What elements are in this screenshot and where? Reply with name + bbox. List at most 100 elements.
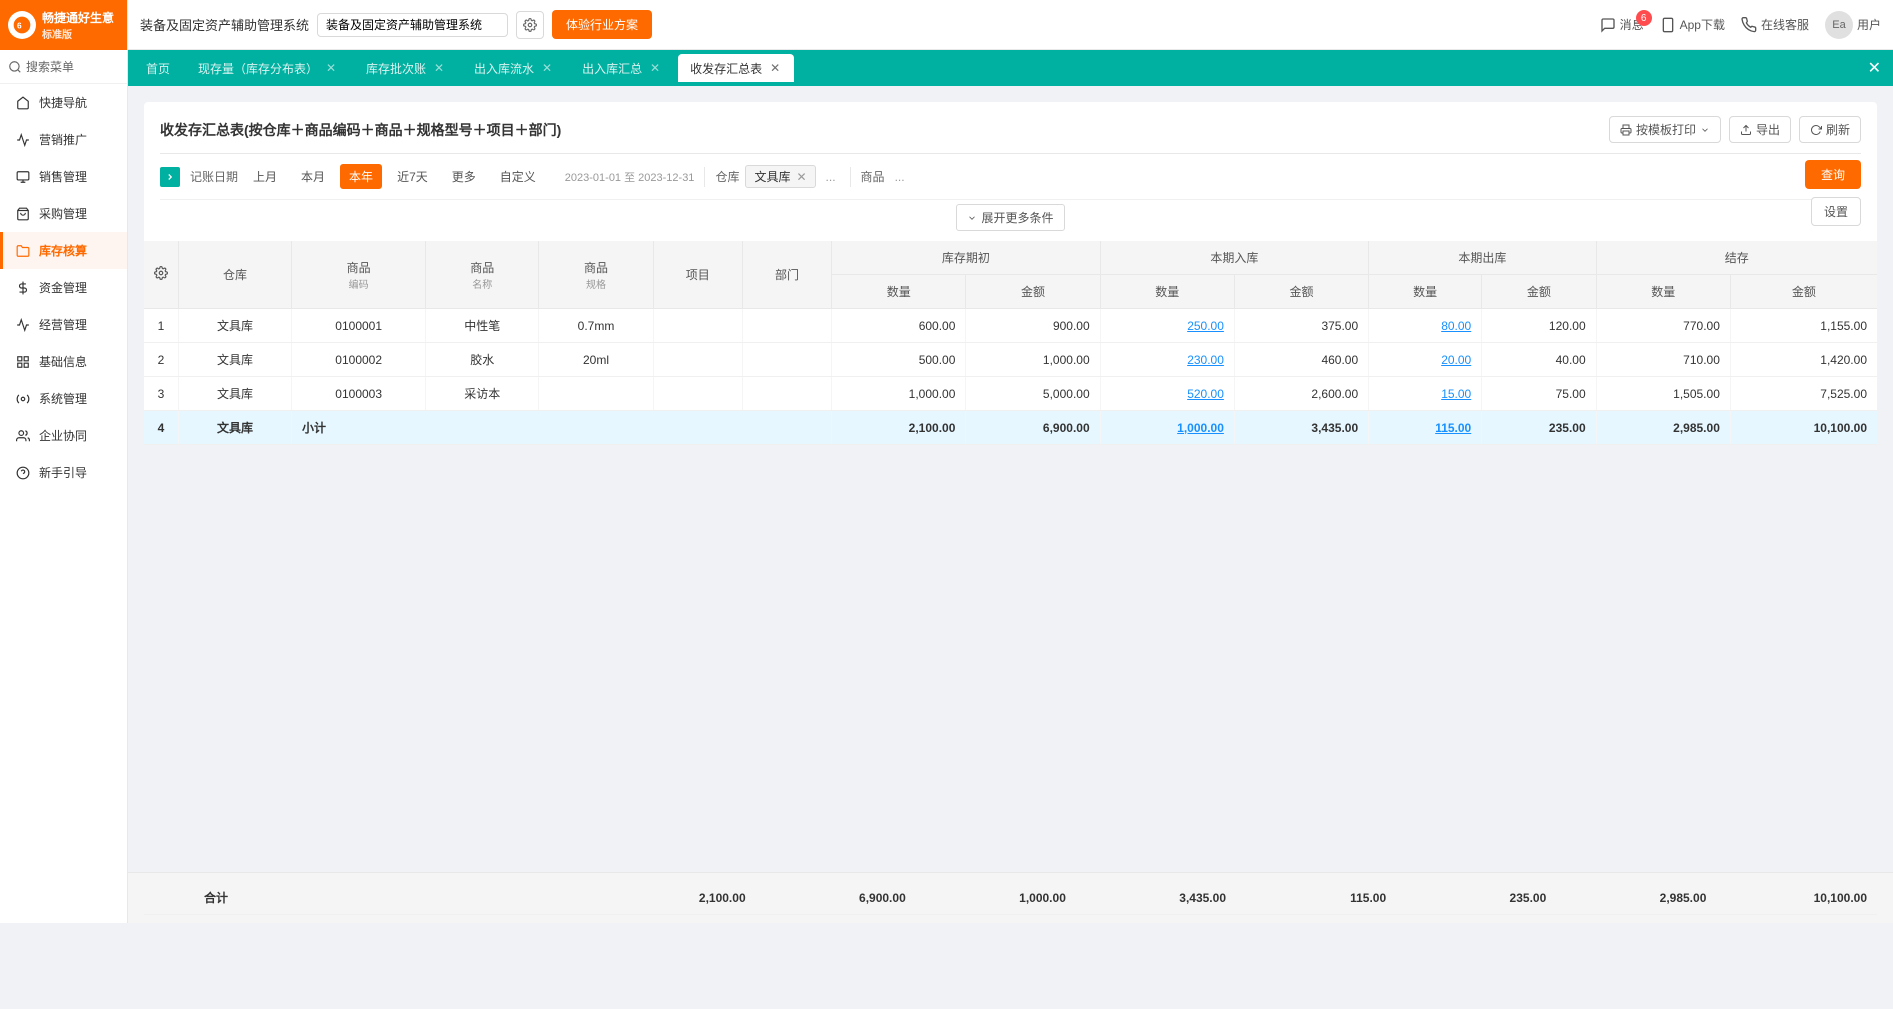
sidebar-item-sales[interactable]: 销售管理: [0, 158, 127, 195]
th-settings[interactable]: [144, 241, 179, 309]
row-in-amt: 2,600.00: [1234, 377, 1368, 411]
system-label: 系统管理: [39, 390, 87, 407]
row-balance-qty: 1,505.00: [1596, 377, 1730, 411]
row-in-qty[interactable]: 250.00: [1100, 309, 1234, 343]
sidebar-item-finance[interactable]: 资金管理: [0, 269, 127, 306]
th-in-group: 本期入库: [1100, 241, 1369, 275]
sidebar-item-marketing[interactable]: 营销推广: [0, 121, 127, 158]
sidebar-item-basic[interactable]: 基础信息: [0, 343, 127, 380]
newbie-label: 新手引导: [39, 464, 87, 481]
tab-inout-summary-close[interactable]: ✕: [648, 61, 662, 75]
tab-inout-summary[interactable]: 出入库汇总 ✕: [570, 54, 674, 82]
tab-inventory-dist-close[interactable]: ✕: [324, 61, 338, 75]
message-icon: [1600, 17, 1616, 33]
column-settings-icon[interactable]: [154, 266, 168, 280]
tab-inout-flow-close[interactable]: ✕: [540, 61, 554, 75]
subtotal-opening-qty: 2,100.00: [832, 411, 966, 445]
system-selector[interactable]: 装备及固定资产辅助管理系统: [317, 13, 508, 37]
date-btn-7days[interactable]: 近7天: [388, 164, 437, 189]
tab-inout-flow[interactable]: 出入库流水 ✕: [462, 54, 566, 82]
th-department: 部门: [742, 241, 831, 309]
online-service-action[interactable]: 在线客服: [1741, 16, 1809, 33]
tab-receive-summary[interactable]: 收发存汇总表 ✕: [678, 54, 794, 82]
tab-receive-summary-close[interactable]: ✕: [768, 61, 782, 75]
date-btn-custom[interactable]: 自定义: [491, 164, 545, 189]
online-service-label: 在线客服: [1761, 16, 1809, 33]
row-balance-amt: 1,420.00: [1730, 343, 1877, 377]
subtotal-in-qty[interactable]: 1,000.00: [1100, 411, 1234, 445]
search-menu-item[interactable]: 搜索菜单: [0, 50, 127, 84]
sidebar-item-inventory[interactable]: 库存核算: [0, 232, 127, 269]
enterprise-icon: [15, 428, 31, 444]
row-in-qty[interactable]: 520.00: [1100, 377, 1234, 411]
warehouse-filter-tag[interactable]: 文具库 ✕: [745, 165, 815, 188]
date-btn-last-month[interactable]: 上月: [244, 164, 286, 189]
tab-bar-close[interactable]: ✕: [1860, 58, 1889, 78]
tab-home[interactable]: 首页: [134, 54, 182, 82]
user-action[interactable]: Ea 用户: [1825, 11, 1881, 39]
total-opening-amt: 6,900.00: [756, 881, 916, 915]
row-opening-amt: 1,000.00: [966, 343, 1100, 377]
inventory-icon: [15, 243, 31, 259]
row-out-qty[interactable]: 15.00: [1369, 377, 1482, 411]
tab-batch-ledger[interactable]: 库存批次账 ✕: [354, 54, 458, 82]
message-action[interactable]: 消息 6: [1600, 16, 1644, 33]
total-label: 合计: [176, 881, 256, 915]
sidebar-item-system[interactable]: 系统管理: [0, 380, 127, 417]
export-button[interactable]: 导出: [1729, 116, 1791, 143]
tab-home-label: 首页: [146, 60, 170, 77]
print-button[interactable]: 按模板打印: [1609, 116, 1721, 143]
tab-inventory-dist[interactable]: 现存量（库存分布表） ✕: [186, 54, 350, 82]
row-out-amt: 40.00: [1482, 343, 1596, 377]
data-table: 仓库 商品编码 商品名称 商品规格 项目 部门 库存期初 本期入库 本期出库 结…: [144, 241, 1877, 445]
settings-button[interactable]: [516, 11, 544, 39]
expand-label: 展开更多条件: [981, 209, 1053, 226]
header: 装备及固定资产辅助管理系统 装备及固定资产辅助管理系统 体验行业方案 消息 6 …: [128, 0, 1893, 50]
subtotal-balance-qty: 2,985.00: [1596, 411, 1730, 445]
print-icon: [1620, 124, 1632, 136]
sidebar-item-newbie[interactable]: 新手引导: [0, 454, 127, 491]
subtotal-warehouse: 文具库: [179, 411, 292, 445]
experience-button[interactable]: 体验行业方案: [552, 10, 652, 39]
date-btn-more[interactable]: 更多: [443, 164, 485, 189]
sidebar-item-operations[interactable]: 经营管理: [0, 306, 127, 343]
app-download-action[interactable]: App下载: [1660, 16, 1725, 33]
warehouse-remove[interactable]: ✕: [796, 170, 806, 184]
logo-icon: 6: [8, 11, 36, 39]
set-button[interactable]: 设置: [1811, 197, 1861, 226]
sidebar-item-enterprise[interactable]: 企业协同: [0, 417, 127, 454]
th-out-amt: 金额: [1482, 275, 1596, 309]
query-button[interactable]: 查询: [1805, 160, 1861, 189]
date-btn-this-month[interactable]: 本月: [292, 164, 334, 189]
filter-expand-arrow[interactable]: [160, 167, 180, 187]
app-download-label: App下载: [1680, 16, 1725, 33]
tab-batch-ledger-close[interactable]: ✕: [432, 61, 446, 75]
expand-conditions-button[interactable]: 展开更多条件: [956, 204, 1064, 231]
row-department: [742, 343, 831, 377]
goods-label: 商品: [861, 168, 885, 185]
row-balance-qty: 770.00: [1596, 309, 1730, 343]
refresh-button[interactable]: 刷新: [1799, 116, 1861, 143]
tab-batch-ledger-label: 库存批次账: [366, 60, 426, 77]
arrow-right-icon: [165, 172, 175, 182]
sidebar-item-purchase[interactable]: 采购管理: [0, 195, 127, 232]
row-goods-spec: 0.7mm: [539, 309, 653, 343]
avatar: Ea: [1825, 11, 1853, 39]
warehouse-label: 仓库: [715, 168, 739, 185]
warehouse-dots[interactable]: ...: [822, 168, 840, 186]
th-out-group: 本期出库: [1369, 241, 1596, 275]
chevron-down-expand-icon: [967, 213, 977, 223]
row-out-qty[interactable]: 80.00: [1369, 309, 1482, 343]
total-empty-project: [476, 881, 536, 915]
export-label: 导出: [1756, 121, 1780, 138]
date-btn-this-year[interactable]: 本年: [340, 164, 382, 189]
goods-dots[interactable]: ...: [891, 168, 909, 186]
sidebar-item-quick-nav[interactable]: 快捷导航: [0, 84, 127, 121]
th-opening-group: 库存期初: [832, 241, 1101, 275]
warehouse-value: 文具库: [754, 168, 790, 185]
row-out-qty[interactable]: 20.00: [1369, 343, 1482, 377]
header-right: 消息 6 App下载 在线客服 Ea 用户: [1600, 11, 1881, 39]
subtotal-out-qty[interactable]: 115.00: [1369, 411, 1482, 445]
th-goods-name: 商品名称: [426, 241, 539, 309]
row-in-qty[interactable]: 230.00: [1100, 343, 1234, 377]
